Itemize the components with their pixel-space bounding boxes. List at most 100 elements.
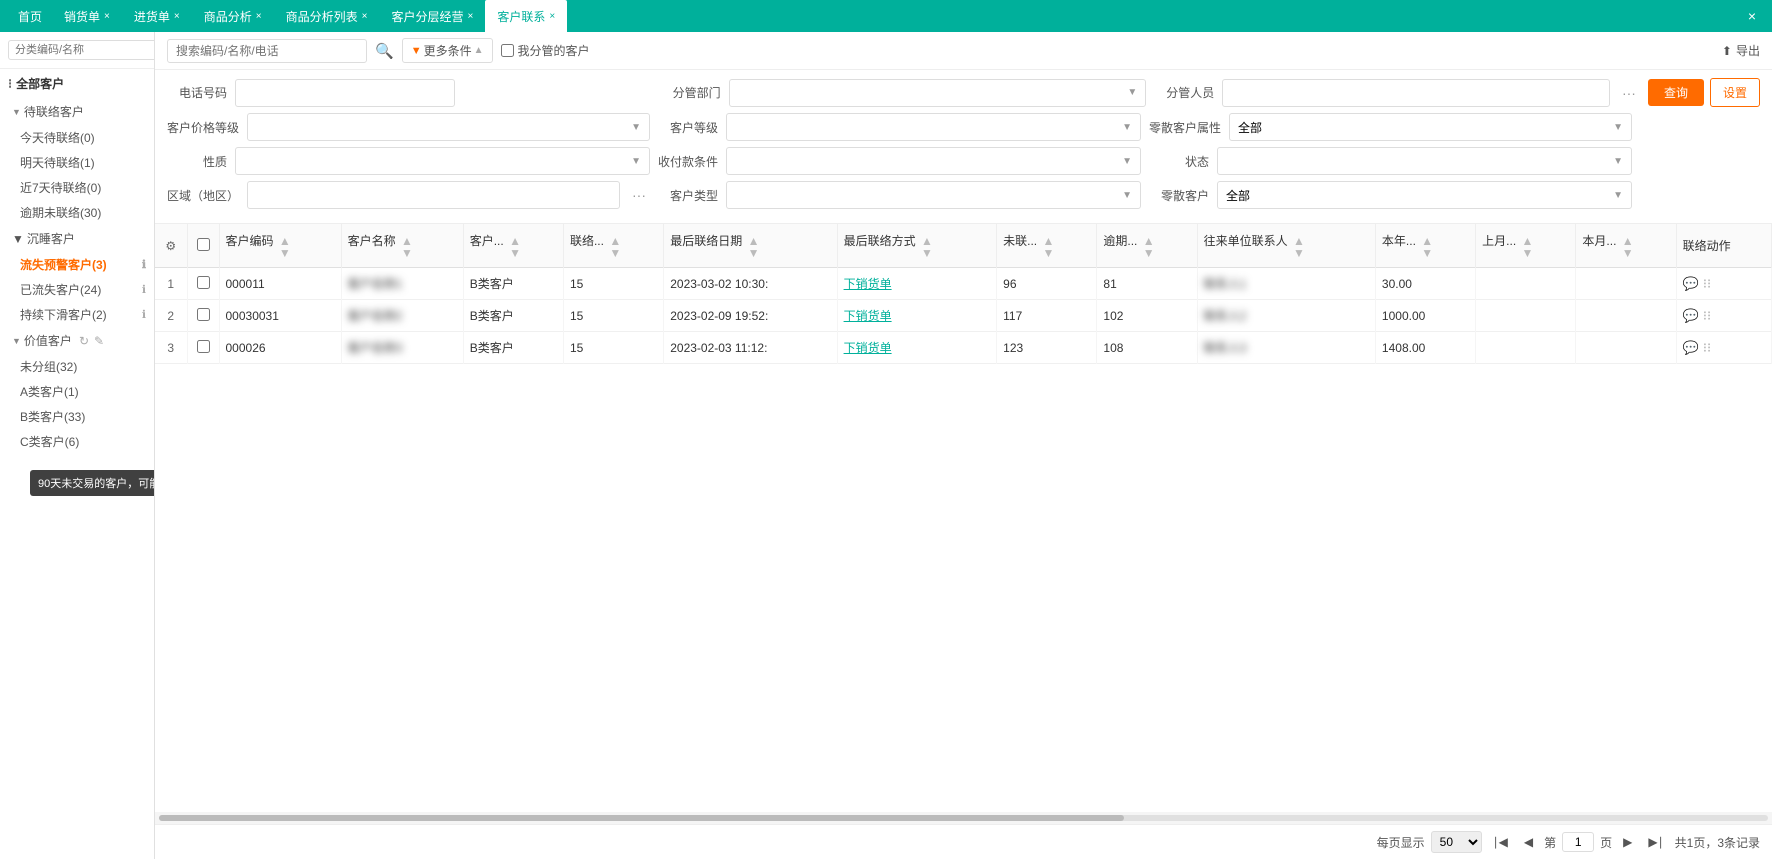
- phone-input[interactable]: [235, 79, 455, 107]
- prev-page-button[interactable]: ◀: [1519, 833, 1538, 851]
- payment-select[interactable]: ▼: [726, 147, 1141, 175]
- tab-customer-contact[interactable]: 客户联系 ×: [485, 0, 567, 32]
- action-more-icon-0[interactable]: ⁝⁝: [1703, 276, 1711, 292]
- scrollbar-track[interactable]: [159, 815, 1768, 821]
- sidebar-item-declining[interactable]: 持续下滑客户(2) ℹ: [0, 302, 154, 327]
- th-last-contact-date[interactable]: 最后联络日期 ▲▼: [664, 224, 837, 268]
- zero-attr-select[interactable]: 全部 ▼: [1229, 113, 1632, 141]
- scrollbar-thumb[interactable]: [159, 815, 1124, 821]
- row-last-method-1[interactable]: 下销货单: [837, 300, 997, 332]
- horizontal-scrollbar[interactable]: [155, 812, 1772, 824]
- more-conditions-button[interactable]: ▼ 更多条件 ▲: [402, 38, 493, 63]
- overdue-sort[interactable]: ▲▼: [1143, 235, 1155, 259]
- person-more-dots[interactable]: ···: [1618, 85, 1640, 101]
- sidebar-item-7days-contact[interactable]: 近7天待联络(0): [0, 175, 154, 200]
- row-checkbox-cell-1[interactable]: [187, 300, 219, 332]
- tab-sales[interactable]: 销货单 ×: [52, 0, 122, 32]
- th-last-month[interactable]: 上月... ▲▼: [1476, 224, 1576, 268]
- tab-goods-analysis[interactable]: 商品分析 ×: [192, 0, 274, 32]
- th-customer-type[interactable]: 客户... ▲▼: [463, 224, 563, 268]
- query-button[interactable]: 查询: [1648, 79, 1704, 106]
- row-checkbox-2[interactable]: [197, 340, 210, 353]
- sidebar-item-class-a[interactable]: A类客户(1): [0, 379, 154, 404]
- row-checkbox-cell-0[interactable]: [187, 268, 219, 300]
- contact-count-sort[interactable]: ▲▼: [609, 235, 621, 259]
- page-size-select[interactable]: 50 100 200: [1431, 831, 1482, 853]
- sidebar-item-class-c[interactable]: C类客户(6): [0, 429, 154, 454]
- action-chat-icon-2[interactable]: 💬: [1683, 340, 1699, 356]
- first-page-button[interactable]: ∣◀: [1488, 833, 1513, 851]
- sidebar-item-class-b[interactable]: B类客户(33): [0, 404, 154, 429]
- sidebar-item-ungrouped[interactable]: 未分组(32): [0, 354, 154, 379]
- home-tab[interactable]: 首页: [8, 8, 52, 25]
- value-edit-icon[interactable]: ✎: [94, 334, 104, 348]
- th-customer-code[interactable]: 客户编码 ▲▼: [219, 224, 341, 268]
- this-month-sort[interactable]: ▲▼: [1622, 235, 1634, 259]
- customer-type-select[interactable]: ▼: [726, 181, 1141, 209]
- search-button[interactable]: 🔍: [375, 42, 394, 60]
- region-more-dots[interactable]: ···: [628, 187, 650, 203]
- sidebar-dormant-header[interactable]: ▼ 沉睡客户: [0, 225, 154, 252]
- th-customer-name[interactable]: 客户名称 ▲▼: [341, 224, 463, 268]
- th-settings[interactable]: ⚙: [155, 224, 187, 268]
- settings-button[interactable]: 设置: [1710, 78, 1760, 107]
- th-uncontacted[interactable]: 未联... ▲▼: [997, 224, 1097, 268]
- th-last-contact-method[interactable]: 最后联络方式 ▲▼: [837, 224, 997, 268]
- uncontacted-sort[interactable]: ▲▼: [1043, 235, 1055, 259]
- tab-purchase-close[interactable]: ×: [174, 11, 180, 22]
- next-page-button[interactable]: ▶: [1618, 833, 1637, 851]
- page-number-input[interactable]: [1562, 832, 1594, 852]
- person-select[interactable]: [1222, 79, 1610, 107]
- tab-goods-analysis-close[interactable]: ×: [256, 11, 262, 22]
- contact-person-sort[interactable]: ▲▼: [1293, 235, 1305, 259]
- this-year-sort[interactable]: ▲▼: [1421, 235, 1433, 259]
- customer-type-sort[interactable]: ▲▼: [509, 235, 521, 259]
- sidebar-item-today-contact[interactable]: 今天待联络(0): [0, 125, 154, 150]
- action-chat-icon-0[interactable]: 💬: [1683, 276, 1699, 292]
- th-this-month[interactable]: 本月... ▲▼: [1576, 224, 1676, 268]
- window-close-button[interactable]: ×: [1740, 8, 1764, 24]
- level-select[interactable]: ▼: [726, 113, 1141, 141]
- sidebar-search-input[interactable]: [8, 40, 155, 60]
- row-last-method-2[interactable]: 下销货单: [837, 332, 997, 364]
- sidebar-item-churned[interactable]: 已流失客户(24) ℹ: [0, 277, 154, 302]
- sidebar-item-tomorrow-contact[interactable]: 明天待联络(1): [0, 150, 154, 175]
- row-checkbox-0[interactable]: [197, 276, 210, 289]
- select-all-checkbox[interactable]: [197, 238, 210, 251]
- price-level-select[interactable]: ▼: [247, 113, 650, 141]
- tab-customer-contact-close[interactable]: ×: [549, 11, 555, 22]
- search-input[interactable]: [167, 39, 367, 63]
- sidebar-value-header[interactable]: ▼ 价值客户 ↻ ✎: [0, 327, 154, 354]
- sidebar-all-customers-header[interactable]: ⁝ 全部客户: [0, 69, 154, 98]
- row-last-method-0[interactable]: 下销货单: [837, 268, 997, 300]
- my-customers-checkbox-area[interactable]: 我分管的客户: [501, 42, 590, 59]
- th-contact-count[interactable]: 联络... ▲▼: [563, 224, 663, 268]
- tab-sales-close[interactable]: ×: [104, 11, 110, 22]
- tab-goods-list-close[interactable]: ×: [362, 11, 368, 22]
- row-checkbox-1[interactable]: [197, 308, 210, 321]
- sidebar-pending-contact-header[interactable]: ▼ 待联络客户: [0, 98, 154, 125]
- th-overdue[interactable]: 逾期... ▲▼: [1097, 224, 1197, 268]
- row-checkbox-cell-2[interactable]: [187, 332, 219, 364]
- tab-customer-segment-close[interactable]: ×: [467, 11, 473, 22]
- export-button[interactable]: ⬆ 导出: [1722, 42, 1760, 59]
- action-more-icon-1[interactable]: ⁝⁝: [1703, 308, 1711, 324]
- action-chat-icon-1[interactable]: 💬: [1683, 308, 1699, 324]
- last-contact-date-sort[interactable]: ▲▼: [748, 235, 760, 259]
- th-contact-person[interactable]: 往来单位联系人 ▲▼: [1197, 224, 1375, 268]
- settings-gear-icon[interactable]: ⚙: [165, 239, 176, 253]
- tab-customer-segment[interactable]: 客户分层经营 ×: [379, 0, 485, 32]
- sidebar-item-overdue-contact[interactable]: 逾期未联络(30): [0, 200, 154, 225]
- customer-name-sort[interactable]: ▲▼: [401, 235, 413, 259]
- customer-code-sort[interactable]: ▲▼: [279, 235, 291, 259]
- action-more-icon-2[interactable]: ⁝⁝: [1703, 340, 1711, 356]
- my-customers-checkbox[interactable]: [501, 44, 514, 57]
- last-page-button[interactable]: ▶∣: [1643, 833, 1668, 851]
- nature-select[interactable]: ▼: [235, 147, 650, 175]
- tab-purchase[interactable]: 进货单 ×: [122, 0, 192, 32]
- dept-select[interactable]: ▼: [729, 79, 1147, 107]
- zero-customer-select[interactable]: 全部 ▼: [1217, 181, 1632, 209]
- last-contact-method-sort[interactable]: ▲▼: [921, 235, 933, 259]
- value-refresh-icon[interactable]: ↻: [79, 334, 89, 348]
- last-month-sort[interactable]: ▲▼: [1522, 235, 1534, 259]
